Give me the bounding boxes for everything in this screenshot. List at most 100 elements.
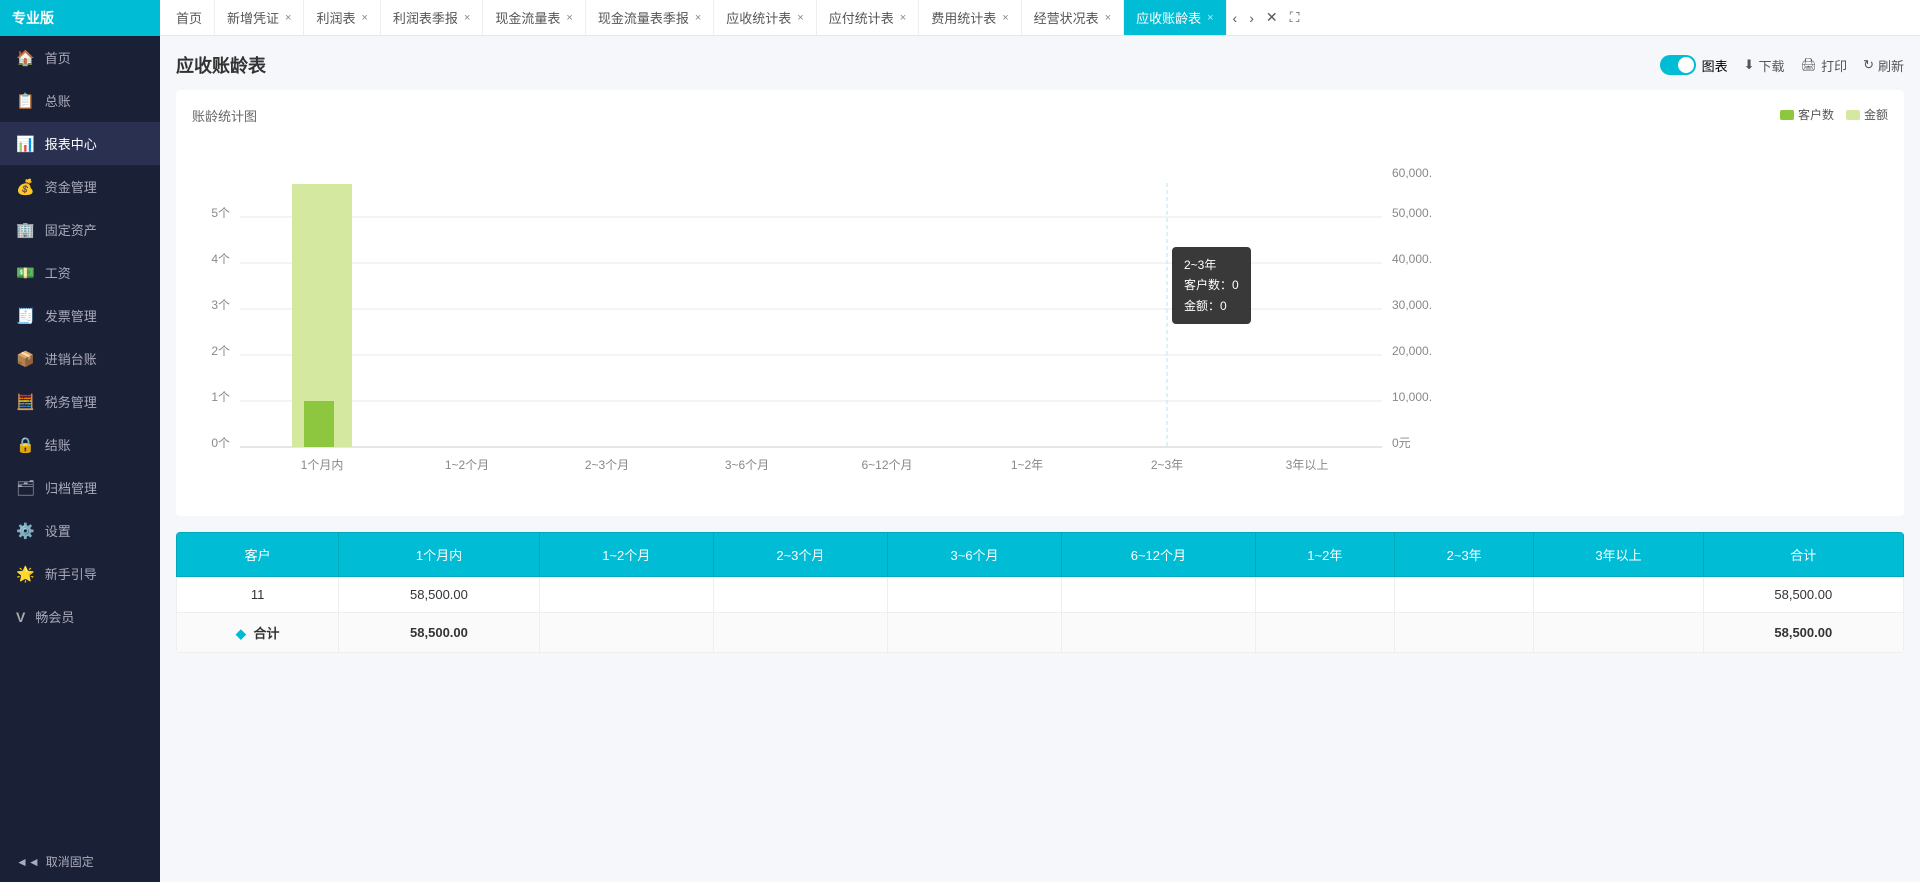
svg-text:10,000.00元: 10,000.00元	[1392, 390, 1432, 404]
sidebar-label-archive: 归档管理	[45, 478, 97, 497]
table-total-row: ◆ 合计 58,500.00 58,500.00	[177, 613, 1904, 653]
col-m23: 2~3个月	[713, 533, 887, 577]
chart-title: 账龄统计图	[192, 106, 1888, 125]
sidebar-item-settings[interactable]: ⚙️ 设置	[0, 509, 160, 552]
tab-profit-q[interactable]: 利润表季报 ×	[381, 0, 483, 36]
tab-cashflow[interactable]: 现金流量表 ×	[483, 0, 585, 36]
sidebar-label-guide: 新手引导	[45, 564, 97, 583]
sidebar-label-home: 首页	[45, 48, 71, 67]
tab-close-all-button[interactable]: ✕	[1260, 5, 1284, 30]
chart-area: 账龄统计图 客户数 金额 0个 1个 2个 3个 4个	[176, 90, 1904, 516]
main-area: 首页 新增凭证 × 利润表 × 利润表季报 × 现金流量表 × 现金流量表季报 …	[160, 0, 1920, 882]
svg-text:2~3个月: 2~3个月	[585, 458, 629, 472]
col-m1: 1个月内	[339, 533, 539, 577]
sidebar-label-inventory: 进销台账	[45, 349, 97, 368]
total-icon: ◆	[236, 626, 246, 641]
data-table: 客户 1个月内 1~2个月 2~3个月 3~6个月 6~12个月 1~2年 2~…	[176, 532, 1904, 653]
svg-text:4个: 4个	[211, 252, 230, 266]
cell-total-y3p	[1534, 613, 1703, 653]
tab-profit-q-close[interactable]: ×	[464, 12, 470, 24]
table-header-row: 客户 1个月内 1~2个月 2~3个月 3~6个月 6~12个月 1~2年 2~…	[177, 533, 1904, 577]
chart-svg-wrap: 0个 1个 2个 3个 4个 5个 0元 10,000.00元 20,000.0…	[192, 137, 1888, 500]
tab-expense-stat[interactable]: 费用统计表 ×	[919, 0, 1021, 36]
download-button[interactable]: ⬇ 下载	[1744, 56, 1785, 75]
home-icon: 🏠	[16, 49, 35, 67]
print-icon: 🖨	[1801, 57, 1818, 73]
tab-next-button[interactable]: ›	[1243, 6, 1260, 30]
sidebar-item-closing[interactable]: 🔒 结账	[0, 423, 160, 466]
refresh-icon: ↻	[1863, 57, 1874, 73]
cell-m23-0	[713, 577, 887, 613]
sidebar-item-report[interactable]: 📊 报表中心	[0, 122, 160, 165]
sidebar-item-archive[interactable]: 🗂 归档管理	[0, 466, 160, 509]
tab-receivable-stat[interactable]: 应收统计表 ×	[714, 0, 816, 36]
tab-cashflow-q[interactable]: 现金流量表季报 ×	[586, 0, 714, 36]
chart-toggle-wrap: 图表	[1660, 55, 1728, 75]
sidebar-label-assets: 固定资产	[45, 220, 97, 239]
tab-voucher[interactable]: 新增凭证 ×	[215, 0, 304, 36]
tab-expense-stat-close[interactable]: ×	[1002, 12, 1008, 24]
tab-payable-stat[interactable]: 应付统计表 ×	[817, 0, 919, 36]
tab-profit[interactable]: 利润表 ×	[304, 0, 380, 36]
sidebar-item-assets[interactable]: 🏢 固定资产	[0, 208, 160, 251]
sidebar-item-inventory[interactable]: 📦 进销台账	[0, 337, 160, 380]
cell-m36-0	[887, 577, 1061, 613]
tab-voucher-close[interactable]: ×	[285, 12, 291, 24]
tab-bar: 首页 新增凭证 × 利润表 × 利润表季报 × 现金流量表 × 现金流量表季报 …	[160, 0, 1920, 36]
tab-prev-button[interactable]: ‹	[1227, 6, 1244, 30]
sidebar-item-capital[interactable]: 💰 资金管理	[0, 165, 160, 208]
svg-text:1个月内: 1个月内	[301, 458, 344, 472]
sidebar-unpin-button[interactable]: ◄◄ 取消固定	[0, 841, 160, 882]
settings-icon: ⚙️	[16, 522, 35, 540]
sidebar-item-guide[interactable]: 🌟 新手引导	[0, 552, 160, 595]
sidebar-item-tax[interactable]: 🧮 税务管理	[0, 380, 160, 423]
sidebar-item-salary[interactable]: 💵 工资	[0, 251, 160, 294]
tab-fullscreen-button[interactable]: ⛶	[1284, 5, 1306, 30]
page-content: 应收账龄表 图表 ⬇ 下载 🖨 打印 ↻ 刷新	[160, 36, 1920, 882]
cell-total-y23	[1394, 613, 1533, 653]
cell-y23-0	[1394, 577, 1533, 613]
col-total: 合计	[1703, 533, 1903, 577]
sidebar-item-invoice[interactable]: 🧾 发票管理	[0, 294, 160, 337]
member-icon: V	[16, 609, 25, 625]
archive-icon: 🗂	[16, 479, 35, 497]
cell-m612-0	[1062, 577, 1256, 613]
tab-business-stat-close[interactable]: ×	[1105, 12, 1111, 24]
sidebar: 专业版 🏠 首页 📋 总账 📊 报表中心 💰 资金管理 🏢 固定资产 💵 工资 …	[0, 0, 160, 882]
cell-total-m1: 58,500.00	[339, 613, 539, 653]
legend-customers: 客户数	[1780, 106, 1834, 123]
tab-business-stat[interactable]: 经营状况表 ×	[1022, 0, 1124, 36]
sidebar-item-home[interactable]: 🏠 首页	[0, 36, 160, 79]
col-m12: 1~2个月	[539, 533, 713, 577]
tab-aging-close[interactable]: ×	[1207, 12, 1213, 24]
tab-cashflow-q-close[interactable]: ×	[695, 12, 701, 24]
tab-payable-stat-label: 应付统计表	[829, 8, 894, 27]
tab-profit-close[interactable]: ×	[361, 12, 367, 24]
closing-icon: 🔒	[16, 436, 35, 454]
tab-home[interactable]: 首页	[164, 0, 215, 36]
tab-cashflow-close[interactable]: ×	[566, 12, 572, 24]
col-m612: 6~12个月	[1062, 533, 1256, 577]
assets-icon: 🏢	[16, 221, 35, 239]
svg-text:50,000.00元: 50,000.00元	[1392, 206, 1432, 220]
sidebar-item-member[interactable]: V 畅会员	[0, 595, 160, 638]
col-m36: 3~6个月	[887, 533, 1061, 577]
cell-total-m36	[887, 613, 1061, 653]
download-label: 下载	[1759, 56, 1785, 75]
tab-receivable-stat-close[interactable]: ×	[797, 12, 803, 24]
download-icon: ⬇	[1744, 57, 1755, 73]
svg-text:1个: 1个	[211, 390, 230, 404]
tab-payable-stat-close[interactable]: ×	[900, 12, 906, 24]
sidebar-label-report: 报表中心	[45, 134, 97, 153]
chart-toggle[interactable]	[1660, 55, 1696, 75]
sidebar-item-ledger[interactable]: 📋 总账	[0, 79, 160, 122]
sidebar-label-ledger: 总账	[45, 91, 71, 110]
page-actions: 图表 ⬇ 下载 🖨 打印 ↻ 刷新	[1660, 55, 1904, 75]
tab-aging[interactable]: 应收账龄表 ×	[1124, 0, 1226, 36]
sidebar-label-salary: 工资	[45, 263, 71, 282]
cell-customer-0: 11	[177, 577, 339, 613]
tab-expense-stat-label: 费用统计表	[931, 8, 996, 27]
app-logo: 专业版	[0, 0, 160, 36]
print-button[interactable]: 🖨 打印	[1801, 56, 1848, 75]
refresh-button[interactable]: ↻ 刷新	[1863, 56, 1904, 75]
